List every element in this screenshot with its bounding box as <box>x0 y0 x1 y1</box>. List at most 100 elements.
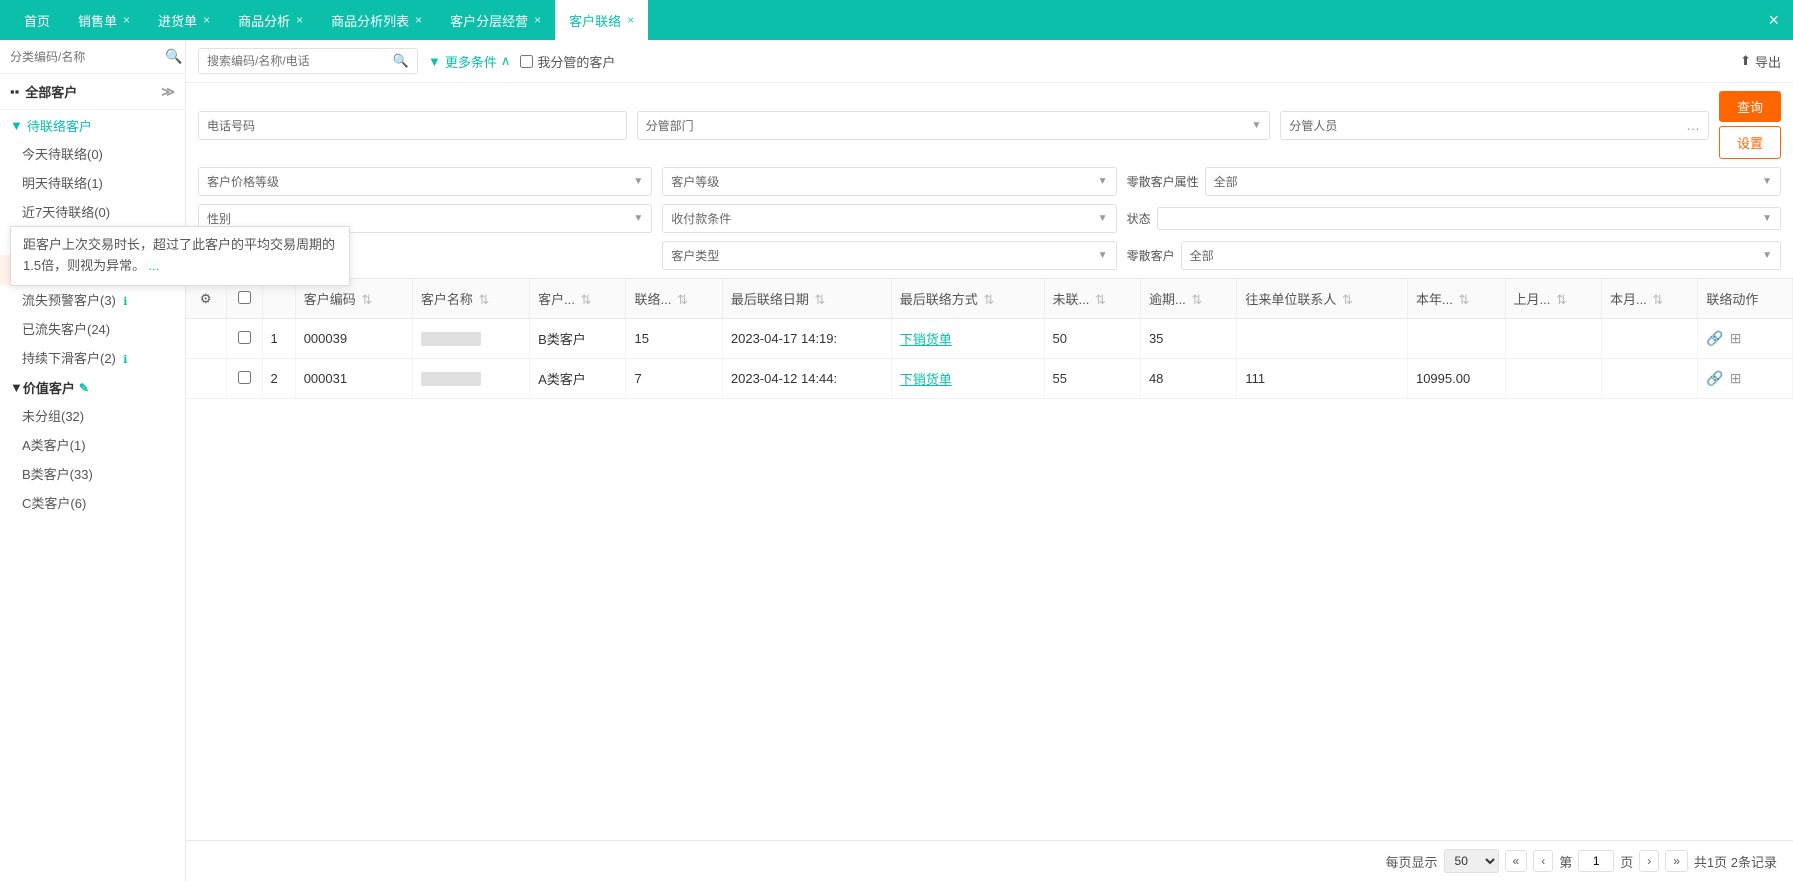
th-contact[interactable]: 联络... ⇅ <box>626 279 722 319</box>
td-uc-2: 111 <box>1237 359 1408 399</box>
sort-tm-icon: ⇅ <box>1652 292 1663 307</box>
sidebar-item-churn-warn[interactable]: 流失预警客户(3) ℹ <box>0 285 185 314</box>
td-ty-2: 10995.00 <box>1407 359 1505 399</box>
first-page-btn[interactable]: « <box>1505 850 1528 872</box>
last-page-btn[interactable]: » <box>1665 850 1688 872</box>
nav-purchase-close[interactable]: × <box>203 13 210 27</box>
row2-checkbox[interactable] <box>238 371 251 384</box>
th-last-method[interactable]: 最后联络方式 ⇅ <box>891 279 1044 319</box>
link-icon-2[interactable]: 🔗 <box>1706 370 1723 387</box>
th-this-year[interactable]: 本年... ⇅ <box>1407 279 1505 319</box>
search-box[interactable]: 🔍 <box>198 48 418 74</box>
nav-product-list-close[interactable]: × <box>415 13 422 27</box>
customer-type-field[interactable]: 客户类型 ▼ <box>662 241 1116 270</box>
info-icon-3[interactable]: ℹ <box>123 354 127 366</box>
sidebar-item-tomorrow[interactable]: 明天待联络(1) <box>0 168 185 197</box>
nav-customer-contact[interactable]: 客户联络 × <box>555 0 648 40</box>
td-last-method-1[interactable]: 下销货单 <box>891 319 1044 359</box>
select-all-checkbox[interactable] <box>238 291 251 304</box>
sort-code-icon: ⇅ <box>361 292 372 307</box>
price-level-field[interactable]: 客户价格等级 ▼ <box>198 167 652 196</box>
link-icon-1[interactable]: 🔗 <box>1706 330 1723 347</box>
next-page-btn[interactable]: › <box>1639 850 1659 872</box>
sidebar-value-section[interactable]: ▼ 价值客户 ✎ <box>0 372 185 401</box>
td-type-1: B类客户 <box>530 319 626 359</box>
sidebar-item-churned[interactable]: 已流失客户(24) <box>0 314 185 343</box>
sort-date-icon: ⇅ <box>815 292 826 307</box>
sort-type-icon: ⇅ <box>581 292 592 307</box>
sidebar-search-input[interactable] <box>10 50 165 64</box>
status-field[interactable]: ▼ <box>1157 207 1781 230</box>
customer-table: ⚙ 客户编码 ⇅ 客户名称 ⇅ <box>186 279 1793 399</box>
per-page-select[interactable]: 50 100 200 <box>1444 849 1499 873</box>
th-last-month[interactable]: 上月... ⇅ <box>1505 279 1601 319</box>
sidebar-item-a-class[interactable]: A类客户(1) <box>0 430 185 459</box>
grid-icon-2[interactable]: ⊞ <box>1730 370 1742 387</box>
prev-page-btn[interactable]: ‹ <box>1533 850 1553 872</box>
nav-customer-layer[interactable]: 客户分层经营 × <box>436 0 555 40</box>
page-input[interactable] <box>1578 850 1614 872</box>
nav-product-list[interactable]: 商品分析列表 × <box>317 0 436 40</box>
search-input[interactable] <box>207 54 393 68</box>
td-checkbox-1[interactable] <box>226 319 262 359</box>
td-checkbox-2[interactable] <box>226 359 262 399</box>
td-type-2: A类客户 <box>530 359 626 399</box>
sort-uc-icon: ⇅ <box>1342 292 1353 307</box>
nav-customer-contact-close[interactable]: × <box>627 13 634 27</box>
export-button[interactable]: ⬆ 导出 <box>1740 52 1781 71</box>
more-conditions-btn[interactable]: ▼ 更多条件 ∧ <box>428 52 510 71</box>
customer-level-field[interactable]: 客户等级 ▼ <box>662 167 1116 196</box>
retail-customer-field[interactable]: 全部 ▼ <box>1181 241 1781 270</box>
sidebar-search-bar[interactable]: 🔍 <box>0 40 185 74</box>
nav-home[interactable]: 首页 <box>10 0 64 40</box>
th-last-date[interactable]: 最后联络日期 ⇅ <box>722 279 891 319</box>
manager-field[interactable]: 分管人员 … <box>1280 111 1709 140</box>
my-customer-checkbox[interactable]: 我分管的客户 <box>520 52 615 71</box>
dept-field[interactable]: 分管部门 ▼ <box>637 111 1271 140</box>
retail-attr-field[interactable]: 全部 ▼ <box>1205 167 1781 196</box>
filter-row-4: … 客户类型 ▼ 零散客户 全部 ▼ <box>198 241 1781 270</box>
edit-icon[interactable]: ✎ <box>79 381 89 395</box>
nav-product-analysis[interactable]: 商品分析 × <box>224 0 317 40</box>
th-not-contacted[interactable]: 未联... ⇅ <box>1044 279 1140 319</box>
nav-customer-layer-close[interactable]: × <box>534 13 541 27</box>
td-last-date-1: 2023-04-17 14:19: <box>722 319 891 359</box>
sidebar-group-pending[interactable]: ▼ 待联络客户 <box>0 110 185 139</box>
th-name[interactable]: 客户名称 ⇅ <box>412 279 529 319</box>
info-icon-2[interactable]: ℹ <box>123 296 127 308</box>
blurred-name-2 <box>421 372 481 386</box>
close-all-tabs[interactable]: × <box>1768 11 1779 29</box>
phone-field[interactable]: 电话号码 <box>198 111 627 140</box>
settings-button[interactable]: 设置 <box>1719 126 1781 159</box>
sidebar-item-c-class[interactable]: C类客户(6) <box>0 488 185 517</box>
payment-field[interactable]: 收付款条件 ▼ <box>662 204 1116 233</box>
tooltip-more[interactable]: ... <box>148 258 159 273</box>
sidebar-item-declining[interactable]: 持续下滑客户(2) ℹ <box>0 343 185 372</box>
td-code-1: 000039 <box>295 319 412 359</box>
sidebar-item-today[interactable]: 今天待联络(0) <box>0 139 185 168</box>
td-overdue-2: 48 <box>1140 359 1236 399</box>
main-layout: 🔍 ▪▪ 全部客户 ≫ ▼ 待联络客户 今天待联络(0) 明天待联络(1) 近7… <box>0 40 1793 881</box>
action-icons-2: 🔗 ⊞ <box>1706 370 1784 387</box>
sidebar-item-ungroup[interactable]: 未分组(32) <box>0 401 185 430</box>
th-type[interactable]: 客户... ⇅ <box>530 279 626 319</box>
th-overdue[interactable]: 逾期... ⇅ <box>1140 279 1236 319</box>
my-customer-check[interactable] <box>520 55 533 68</box>
filter-bar: 🔍 ▼ 更多条件 ∧ 我分管的客户 ⬆ 导出 <box>186 40 1793 83</box>
row1-checkbox[interactable] <box>238 331 251 344</box>
nav-product-close[interactable]: × <box>296 13 303 27</box>
nav-sales[interactable]: 销售单 × <box>64 0 144 40</box>
th-this-month[interactable]: 本月... ⇅ <box>1601 279 1697 319</box>
retail-customer-group: 零散客户 全部 ▼ <box>1127 241 1781 270</box>
grid-icon-1[interactable]: ⊞ <box>1730 330 1742 347</box>
nav-purchase[interactable]: 进货单 × <box>144 0 224 40</box>
td-last-method-2[interactable]: 下销货单 <box>891 359 1044 399</box>
table-header-row: ⚙ 客户编码 ⇅ 客户名称 ⇅ <box>186 279 1793 319</box>
sidebar-item-7days[interactable]: 近7天待联络(0) <box>0 197 185 226</box>
sidebar-collapse-btn[interactable]: ≫ <box>161 84 175 100</box>
query-button[interactable]: 查询 <box>1719 91 1781 122</box>
sidebar-item-b-class[interactable]: B类客户(33) <box>0 459 185 488</box>
th-unit-contact[interactable]: 往来单位联系人 ⇅ <box>1237 279 1408 319</box>
nav-sales-close[interactable]: × <box>123 13 130 27</box>
status-group: 状态 ▼ <box>1127 207 1781 230</box>
